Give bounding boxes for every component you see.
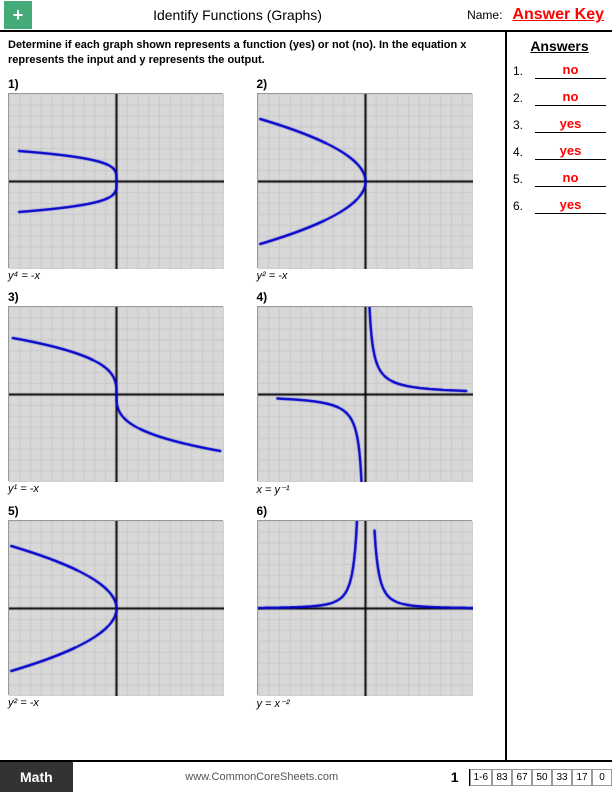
answer-item-3: 3. yes [513, 116, 606, 133]
graph-number-4: 4) [257, 290, 498, 304]
graph-label-6: y = x⁻² [257, 697, 498, 710]
graph-item-6: 6) y = x⁻² [257, 504, 498, 710]
stat-5: 0 [592, 769, 612, 786]
stat-1: 67 [512, 769, 532, 786]
graph-number-2: 2) [257, 77, 498, 91]
graph-item-2: 2) y² = -x [257, 77, 498, 282]
graph-item-5: 5) y² = -x [8, 504, 249, 710]
answer-item-4: 4. yes [513, 143, 606, 160]
answer-num-6: 6. [513, 199, 535, 213]
graph-label-2: y² = -x [257, 270, 498, 282]
stat-2: 50 [532, 769, 552, 786]
graph-number-5: 5) [8, 504, 249, 518]
stat-3: 33 [552, 769, 572, 786]
answer-key-label: Answer Key [512, 6, 604, 24]
graph-item-4: 4) x = y⁻¹ [257, 290, 498, 496]
graph-number-6: 6) [257, 504, 498, 518]
answer-num-3: 3. [513, 118, 535, 132]
graph-number-3: 3) [8, 290, 249, 304]
footer-page: 1 [451, 769, 459, 785]
name-label: Name: [467, 8, 502, 22]
footer-url: www.CommonCoreSheets.com [73, 771, 451, 783]
answer-item-1: 1. no [513, 62, 606, 79]
answer-value-6: yes [535, 197, 606, 214]
answer-value-3: yes [535, 116, 606, 133]
answer-item-5: 5. no [513, 170, 606, 187]
answer-value-5: no [535, 170, 606, 187]
graphs-grid: 1) y⁴ = -x 2) y² = -x 3) y¹ = [8, 77, 497, 710]
answer-value-2: no [535, 89, 606, 106]
stat-4: 17 [572, 769, 592, 786]
graph-item-1: 1) y⁴ = -x [8, 77, 249, 282]
answer-item-2: 2. no [513, 89, 606, 106]
answer-item-6: 6. yes [513, 197, 606, 214]
header: + Identify Functions (Graphs) Name: Answ… [0, 0, 612, 32]
graph-canvas-4 [257, 306, 472, 481]
graph-canvas-3 [8, 306, 223, 481]
footer: Math www.CommonCoreSheets.com 1 1-6 83 6… [0, 760, 612, 792]
graph-canvas-1 [8, 93, 223, 268]
instructions-text: Determine if each graph shown represents… [8, 38, 497, 69]
worksheet-area: Determine if each graph shown represents… [0, 32, 507, 760]
main-content: Determine if each graph shown represents… [0, 32, 612, 760]
stat-0: 83 [492, 769, 512, 786]
graph-canvas-6 [257, 520, 472, 695]
answer-value-1: no [535, 62, 606, 79]
answers-title: Answers [513, 38, 606, 54]
footer-stats: 1-6 83 67 50 33 17 0 [469, 769, 612, 786]
answer-num-5: 5. [513, 172, 535, 186]
graph-canvas-2 [257, 93, 472, 268]
header-title: Identify Functions (Graphs) [8, 7, 467, 23]
answers-panel: Answers 1. no 2. no 3. yes 4. yes 5. no … [507, 32, 612, 760]
footer-math-label: Math [0, 762, 73, 792]
graph-canvas-5 [8, 520, 223, 695]
graph-label-3: y¹ = -x [8, 483, 249, 495]
answer-num-4: 4. [513, 145, 535, 159]
header-icon: + [4, 1, 32, 29]
graph-label-1: y⁴ = -x [8, 270, 249, 282]
answer-value-4: yes [535, 143, 606, 160]
answer-num-1: 1. [513, 64, 535, 78]
stat-range: 1-6 [470, 769, 492, 786]
graph-item-3: 3) y¹ = -x [8, 290, 249, 496]
graph-label-5: y² = -x [8, 697, 249, 709]
graph-label-4: x = y⁻¹ [257, 483, 498, 496]
answer-num-2: 2. [513, 91, 535, 105]
graph-number-1: 1) [8, 77, 249, 91]
